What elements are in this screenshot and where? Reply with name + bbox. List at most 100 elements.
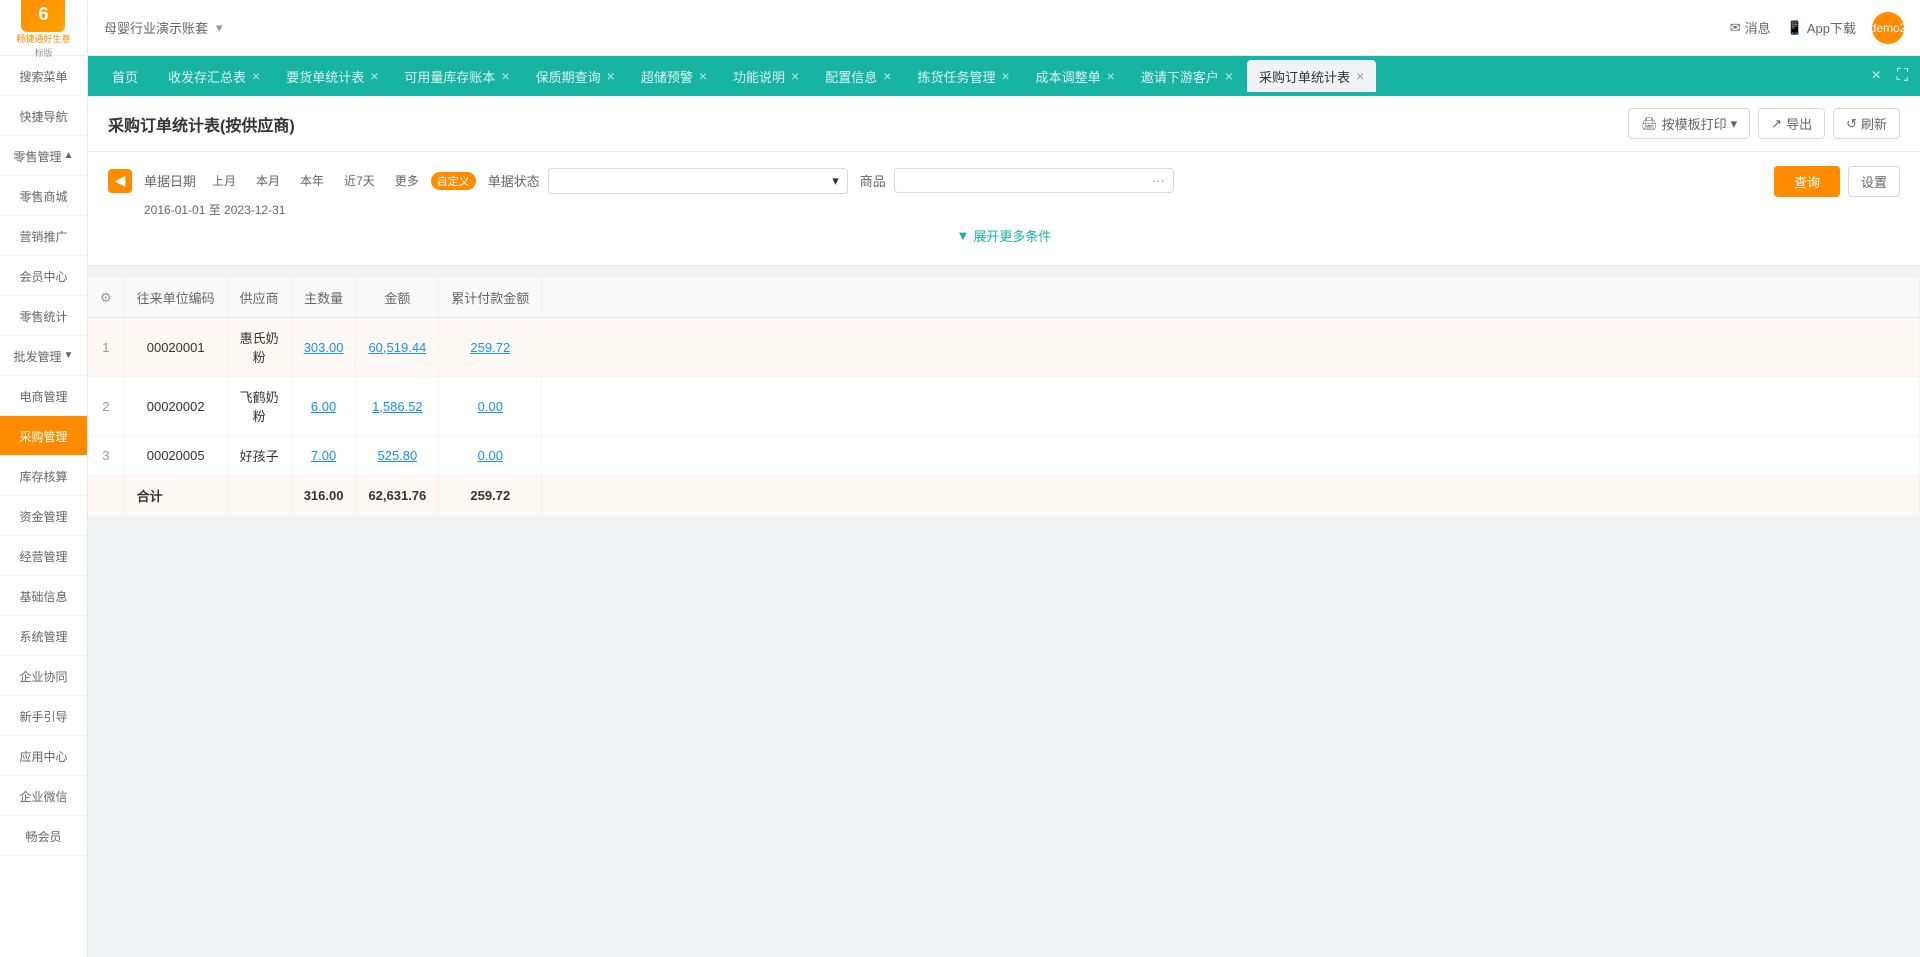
date-shortcut-last-month[interactable]: 上月 <box>204 170 244 191</box>
table-header-row: ⚙ 往来单位编码 供应商 主数量 金额 累计付款金额 <box>88 278 1920 318</box>
refresh-button[interactable]: ↺ 刷新 <box>1833 108 1900 139</box>
sidebar-item-ops[interactable]: 经营管理 <box>0 536 87 576</box>
settings-gear-icon[interactable]: ⚙ <box>100 290 112 305</box>
expand-row: ▼ 展开更多条件 <box>108 218 1900 253</box>
sidebar-item-inventory[interactable]: 库存核算 <box>0 456 87 496</box>
date-shortcut-this-month[interactable]: 本月 <box>248 170 288 191</box>
tab-purchase-order-summary[interactable]: 采购订单统计表 × <box>1247 60 1376 92</box>
sidebar-item-member[interactable]: 会员中心 <box>0 256 87 296</box>
sidebar-item-marketing[interactable]: 营销推广 <box>0 216 87 256</box>
search-button[interactable]: 查询 <box>1774 166 1840 197</box>
tab-close-all-button[interactable]: × <box>1867 63 1884 89</box>
cell-paid-amount-2[interactable]: 0.00 <box>439 436 542 476</box>
print-button[interactable]: 🖨 按模板打印 ▾ <box>1628 108 1750 139</box>
cell-paid-amount-1[interactable]: 0.00 <box>439 377 542 436</box>
cell-amount-0[interactable]: 60,519.44 <box>356 318 439 377</box>
export-icon: ↗ <box>1771 116 1782 132</box>
cell-qty-0[interactable]: 303.00 <box>291 318 356 377</box>
sidebar-item-quick-nav[interactable]: 快捷导航 <box>0 96 87 136</box>
sidebar-item-finance[interactable]: 资金管理 <box>0 496 87 536</box>
sidebar-item-batch-mgmt[interactable]: 批发管理 ▼ <box>0 336 87 376</box>
goods-filter-group: 商品 ··· <box>860 168 1174 193</box>
print-dropdown-icon: ▾ <box>1731 116 1738 132</box>
tab-cost-adjust[interactable]: 成本调整单 × <box>1024 60 1127 92</box>
main-area: 母婴行业演示账套 ▾ ✉ 消息 📱 App下载 demo2 首页 收发存汇总表 … <box>88 0 1920 957</box>
message-icon: ✉ <box>1730 20 1741 36</box>
sidebar-item-onboarding[interactable]: 新手引导 <box>0 696 87 736</box>
user-avatar[interactable]: demo2 <box>1872 12 1904 44</box>
tab-maximize-button[interactable]: ⛶ <box>1893 63 1912 89</box>
breadcrumb-dropdown-icon[interactable]: ▾ <box>216 20 223 36</box>
setting-button[interactable]: 设置 <box>1848 166 1900 197</box>
status-filter-select[interactable]: ▾ <box>548 168 848 194</box>
cell-qty-2[interactable]: 7.00 <box>291 436 356 476</box>
date-shortcut-this-year[interactable]: 本年 <box>292 170 332 191</box>
table-row: 1 00020001 惠氏奶粉 303.00 60,519.44 259.72 <box>88 318 1920 377</box>
sidebar-item-enterprise-wx[interactable]: 企业微信 <box>0 776 87 816</box>
footer-qty: 316.00 <box>291 476 356 516</box>
sidebar-item-sys-mgmt[interactable]: 系统管理 <box>0 616 87 656</box>
expand-label: 展开更多条件 <box>973 226 1051 245</box>
close-tab-invite-downstream[interactable]: × <box>1225 69 1233 83</box>
tab-invite-downstream[interactable]: 邀请下游客户 × <box>1129 60 1245 92</box>
sidebar-item-member2[interactable]: 畅会员 <box>0 816 87 856</box>
custom-date-tag: 自定义 <box>431 172 476 190</box>
close-tab-cost-adjust[interactable]: × <box>1107 69 1115 83</box>
sidebar-item-ecommerce[interactable]: 电商管理 <box>0 376 87 416</box>
sidebar-item-enterprise[interactable]: 企业协同 <box>0 656 87 696</box>
tab-expiry-query[interactable]: 保质期查询 × <box>524 60 627 92</box>
date-shortcut-7days[interactable]: 近7天 <box>336 170 383 191</box>
retail-mgmt-arrow: ▲ <box>64 150 74 161</box>
footer-paid-amount: 259.72 <box>439 476 542 516</box>
cell-amount-1[interactable]: 1,586.52 <box>356 377 439 436</box>
cell-amount-2[interactable]: 525.80 <box>356 436 439 476</box>
close-tab-config-info[interactable]: × <box>883 69 891 83</box>
footer-label: 合计 <box>124 476 227 516</box>
close-tab-overstock-alert[interactable]: × <box>699 69 707 83</box>
tab-receive-summary[interactable]: 收发存汇总表 × <box>156 60 272 92</box>
message-button[interactable]: ✉ 消息 <box>1730 18 1771 37</box>
tab-func-desc[interactable]: 功能说明 × <box>721 60 811 92</box>
tab-overstock-alert[interactable]: 超储预警 × <box>629 60 719 92</box>
tab-home[interactable]: 首页 <box>96 60 154 92</box>
close-tab-req-summary[interactable]: × <box>370 69 378 83</box>
close-tab-purchase-order-summary[interactable]: × <box>1356 69 1364 83</box>
sidebar-item-retail-shop[interactable]: 零售商城 <box>0 176 87 216</box>
tab-available-inventory[interactable]: 可用量库存账本 × <box>392 60 521 92</box>
page-header-buttons: 🖨 按模板打印 ▾ ↗ 导出 ↺ 刷新 <box>1628 108 1900 139</box>
cell-supplier-2: 好孩子 <box>227 436 291 476</box>
expand-filters-button[interactable]: ▼ 展开更多条件 <box>957 226 1052 245</box>
tab-config-info[interactable]: 配置信息 × <box>813 60 903 92</box>
cell-paid-amount-0[interactable]: 259.72 <box>439 318 542 377</box>
close-tab-available-inventory[interactable]: × <box>501 69 509 83</box>
footer-empty-supplier <box>227 476 291 516</box>
tab-pick-task[interactable]: 拣货任务管理 × <box>905 60 1021 92</box>
sidebar-item-retail-stats[interactable]: 零售统计 <box>0 296 87 336</box>
sidebar-item-purchase-mgmt[interactable]: 采购管理 <box>0 416 87 456</box>
goods-input-dots[interactable]: ··· <box>1152 173 1165 188</box>
close-tab-func-desc[interactable]: × <box>791 69 799 83</box>
table-footer-row: 合计 316.00 62,631.76 259.72 <box>88 476 1920 516</box>
data-table: ⚙ 往来单位编码 供应商 主数量 金额 累计付款金额 1 00020001 惠氏… <box>88 278 1920 516</box>
sidebar-item-retail-mgmt[interactable]: 零售管理 ▲ <box>0 136 87 176</box>
tab-end-buttons: × ⛶ <box>1867 63 1912 89</box>
export-button[interactable]: ↗ 导出 <box>1758 108 1825 139</box>
sidebar-item-basic-info[interactable]: 基础信息 <box>0 576 87 616</box>
col-settings[interactable]: ⚙ <box>88 278 124 318</box>
batch-mgmt-arrow: ▼ <box>64 350 74 361</box>
close-tab-pick-task[interactable]: × <box>1001 69 1009 83</box>
app-download-button[interactable]: 📱 App下载 <box>1787 18 1856 37</box>
cell-supplier-1: 飞鹤奶粉 <box>227 377 291 436</box>
cell-unit-code-1: 00020002 <box>124 377 227 436</box>
date-shortcut-more[interactable]: 更多 <box>387 170 427 191</box>
cell-qty-1[interactable]: 6.00 <box>291 377 356 436</box>
close-tab-receive-summary[interactable]: × <box>252 69 260 83</box>
filter-toggle-button[interactable]: ◀ <box>108 169 132 193</box>
cell-unit-code-2: 00020005 <box>124 436 227 476</box>
close-tab-expiry-query[interactable]: × <box>607 69 615 83</box>
goods-filter-input[interactable]: ··· <box>894 168 1174 193</box>
sidebar-item-app-center[interactable]: 应用中心 <box>0 736 87 776</box>
logo-text: 畅捷通好生意 <box>16 34 70 46</box>
sidebar-item-search[interactable]: 搜索菜单 <box>0 56 87 96</box>
tab-req-summary[interactable]: 要货单统计表 × <box>274 60 390 92</box>
